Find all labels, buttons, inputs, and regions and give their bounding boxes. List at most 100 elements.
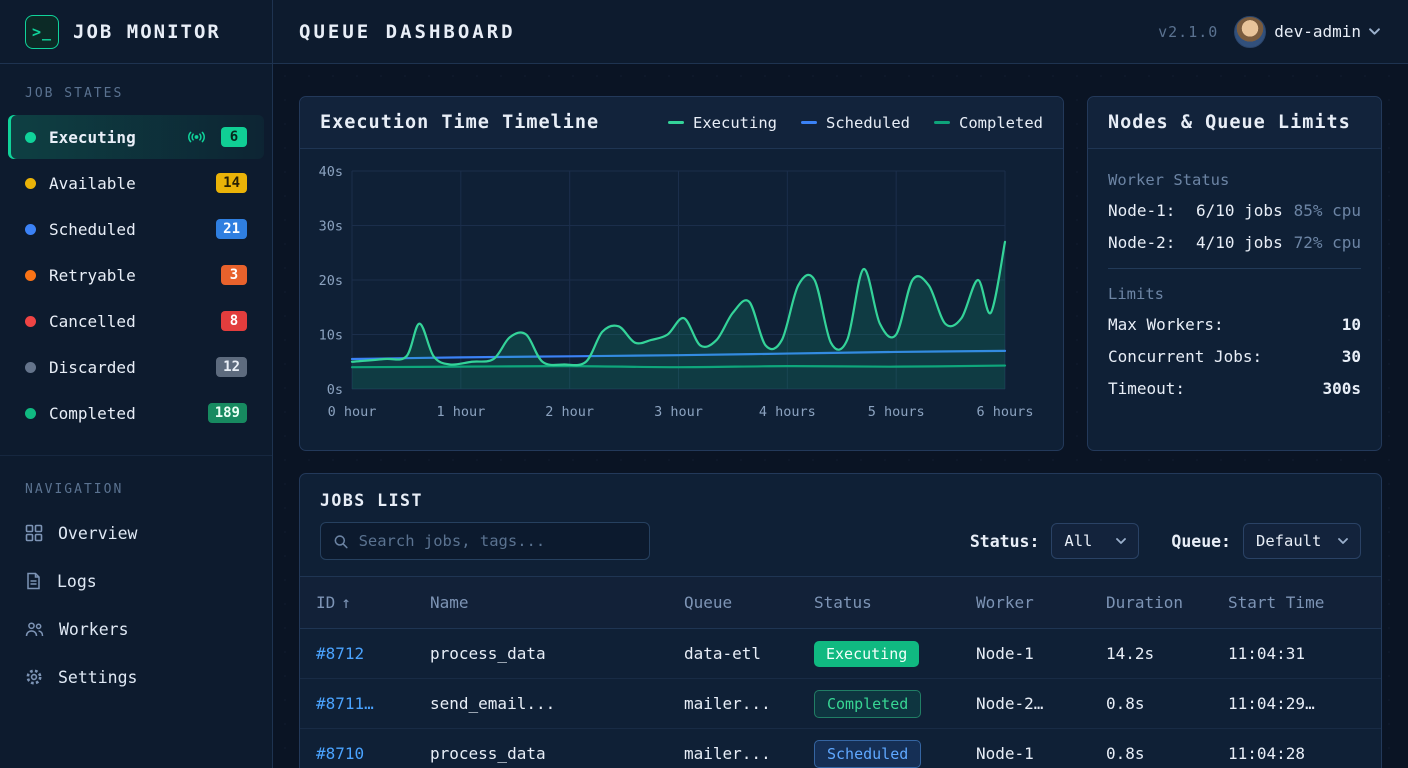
node-status-row: Node-2: 4/10 jobs 72% cpu [1108, 233, 1361, 252]
job-queue: mailer... [684, 694, 771, 713]
status-badge: Scheduled [814, 739, 922, 768]
jobs-controls: Status: All Queue: Default [300, 522, 1381, 576]
queue-filter-select[interactable]: Default [1243, 523, 1361, 559]
svg-text:30s: 30s [319, 219, 343, 235]
sidebar-state-available[interactable]: Available 14 [8, 161, 264, 205]
nodes-card-header: Nodes & Queue Limits [1088, 97, 1381, 149]
timeline-card: Execution Time Timeline Executing Schedul… [299, 96, 1064, 451]
job-duration: 0.8s [1106, 744, 1145, 763]
legend-item-completed[interactable]: Completed [934, 114, 1043, 132]
state-count-badge: 189 [207, 403, 247, 423]
sort-ascending-icon: ↑ [341, 593, 351, 612]
status-filter-select[interactable]: All [1051, 523, 1140, 559]
job-name: send_email... [430, 694, 556, 713]
jobs-card: JOBS LIST Status: All Queue: [299, 473, 1382, 768]
nav-item-label: Logs [57, 571, 97, 591]
legend-item-scheduled[interactable]: Scheduled [801, 114, 910, 132]
table-row[interactable]: #8711… send_email... mailer... Completed Nod… [300, 679, 1381, 729]
queue-filter-label: Queue: [1171, 531, 1231, 551]
column-header-name[interactable]: Name [430, 593, 684, 612]
limit-value: 300s [1322, 379, 1361, 398]
nodes-card-title: Nodes & Queue Limits [1108, 112, 1351, 133]
state-count-badge: 8 [221, 311, 247, 331]
column-header-worker[interactable]: Worker [976, 593, 1106, 612]
sidebar-state-retryable[interactable]: Retryable 3 [8, 253, 264, 297]
sidebar-item-logs[interactable]: Logs [8, 559, 264, 603]
job-status-cell: Completed [814, 689, 976, 718]
sidebar-item-settings[interactable]: Settings [8, 655, 264, 699]
avatar[interactable] [1234, 15, 1267, 48]
legend-item-executing[interactable]: Executing [668, 114, 777, 132]
table-row[interactable]: #8712 process_data data-etl Executing Node-1… [300, 629, 1381, 679]
limit-value: 10 [1341, 315, 1361, 334]
legend-label: Scheduled [826, 113, 910, 132]
sidebar-item-workers[interactable]: Workers [8, 607, 264, 651]
job-start-time: 11:04:31 [1228, 644, 1306, 663]
sidebar-state-executing[interactable]: Executing 6 [8, 115, 264, 159]
state-count-badge: 3 [221, 265, 247, 285]
sidebar-state-discarded[interactable]: Discarded 12 [8, 345, 264, 389]
nav-item-label: Settings [58, 667, 138, 687]
state-label: Executing [49, 127, 136, 147]
job-worker: Node-2… [976, 694, 1044, 713]
jobs-table: ID ↑ Name Queue Status Worker Duration Start Ti… [300, 576, 1381, 768]
state-label: Available [49, 173, 136, 193]
state-dot-icon [25, 177, 36, 189]
node-cpu: 85% cpu [1293, 201, 1361, 220]
chevron-down-icon [1116, 538, 1127, 544]
column-header-queue[interactable]: Queue [684, 593, 814, 612]
state-dot-icon [25, 131, 36, 143]
svg-text:3 hour: 3 hour [654, 404, 703, 420]
job-queue: data-etl [684, 644, 762, 663]
svg-text:4 hours: 4 hours [759, 404, 816, 420]
svg-text:1 hour: 1 hour [436, 404, 485, 420]
shell: JOB STATES Executing 6 Available 14 Schedule… [0, 64, 1408, 768]
sidebar-state-scheduled[interactable]: Scheduled 21 [8, 207, 264, 251]
job-worker: Node-1 [976, 744, 1034, 763]
limits-header: Limits [1108, 285, 1164, 303]
column-header-status[interactable]: Status [814, 593, 976, 612]
sidebar-state-cancelled[interactable]: Cancelled 8 [8, 299, 264, 343]
column-header-duration[interactable]: Duration [1106, 593, 1228, 612]
state-count-badge: 14 [216, 173, 247, 193]
state-count-badge: 21 [216, 219, 247, 239]
sidebar: JOB STATES Executing 6 Available 14 Schedule… [0, 64, 273, 768]
nav-item-label: Workers [59, 619, 129, 639]
top-row: Execution Time Timeline Executing Schedul… [299, 96, 1382, 451]
nodes-card-body: Worker Status Node-1: 6/10 jobs 85% cpu Nod… [1088, 149, 1381, 429]
status-filter-value: All [1064, 532, 1093, 550]
user-menu[interactable]: dev-admin [1234, 15, 1380, 48]
table-header-row: ID ↑ Name Queue Status Worker Duration Start Ti… [300, 577, 1381, 629]
job-duration: 14.2s [1106, 644, 1155, 663]
column-label: Name [430, 593, 469, 612]
column-header-id[interactable]: ID ↑ [316, 593, 430, 612]
node-name: Node-1: [1108, 201, 1176, 220]
node-jobs: 4/10 jobs [1196, 233, 1283, 252]
node-jobs: 6/10 jobs [1196, 201, 1283, 220]
filters: Status: All Queue: Default [970, 523, 1361, 559]
column-header-start-time[interactable]: Start Time [1228, 593, 1381, 612]
job-id-link[interactable]: #8711… [316, 694, 430, 713]
search-input[interactable] [358, 532, 637, 550]
job-id-link[interactable]: #8710 [316, 744, 430, 763]
svg-text:2 hour: 2 hour [545, 404, 594, 420]
legend-dash-icon [668, 120, 684, 125]
svg-text:6 hours: 6 hours [977, 404, 1034, 420]
job-status-cell: Scheduled [814, 739, 976, 768]
timeline-card-header: Execution Time Timeline Executing Schedul… [300, 97, 1063, 149]
svg-text:20s: 20s [319, 273, 343, 289]
status-filter-label: Status: [969, 531, 1040, 551]
node-cpu: 72% cpu [1293, 233, 1361, 252]
column-label: Worker [976, 593, 1034, 612]
job-id-link[interactable]: #8712 [316, 644, 430, 663]
sidebar-item-overview[interactable]: Overview [8, 511, 264, 555]
table-row[interactable]: #8710 process_data mailer... Scheduled Node-… [300, 729, 1381, 768]
status-badge: Completed [814, 689, 922, 718]
svg-text:0 hour: 0 hour [328, 404, 377, 420]
sidebar-state-completed[interactable]: Completed 189 [8, 391, 264, 435]
version-label: v2.1.0 [1158, 22, 1219, 41]
gear-icon [25, 668, 43, 686]
state-dot-icon [25, 269, 36, 281]
search-icon [334, 534, 348, 548]
job-status-cell: Executing [814, 640, 976, 667]
